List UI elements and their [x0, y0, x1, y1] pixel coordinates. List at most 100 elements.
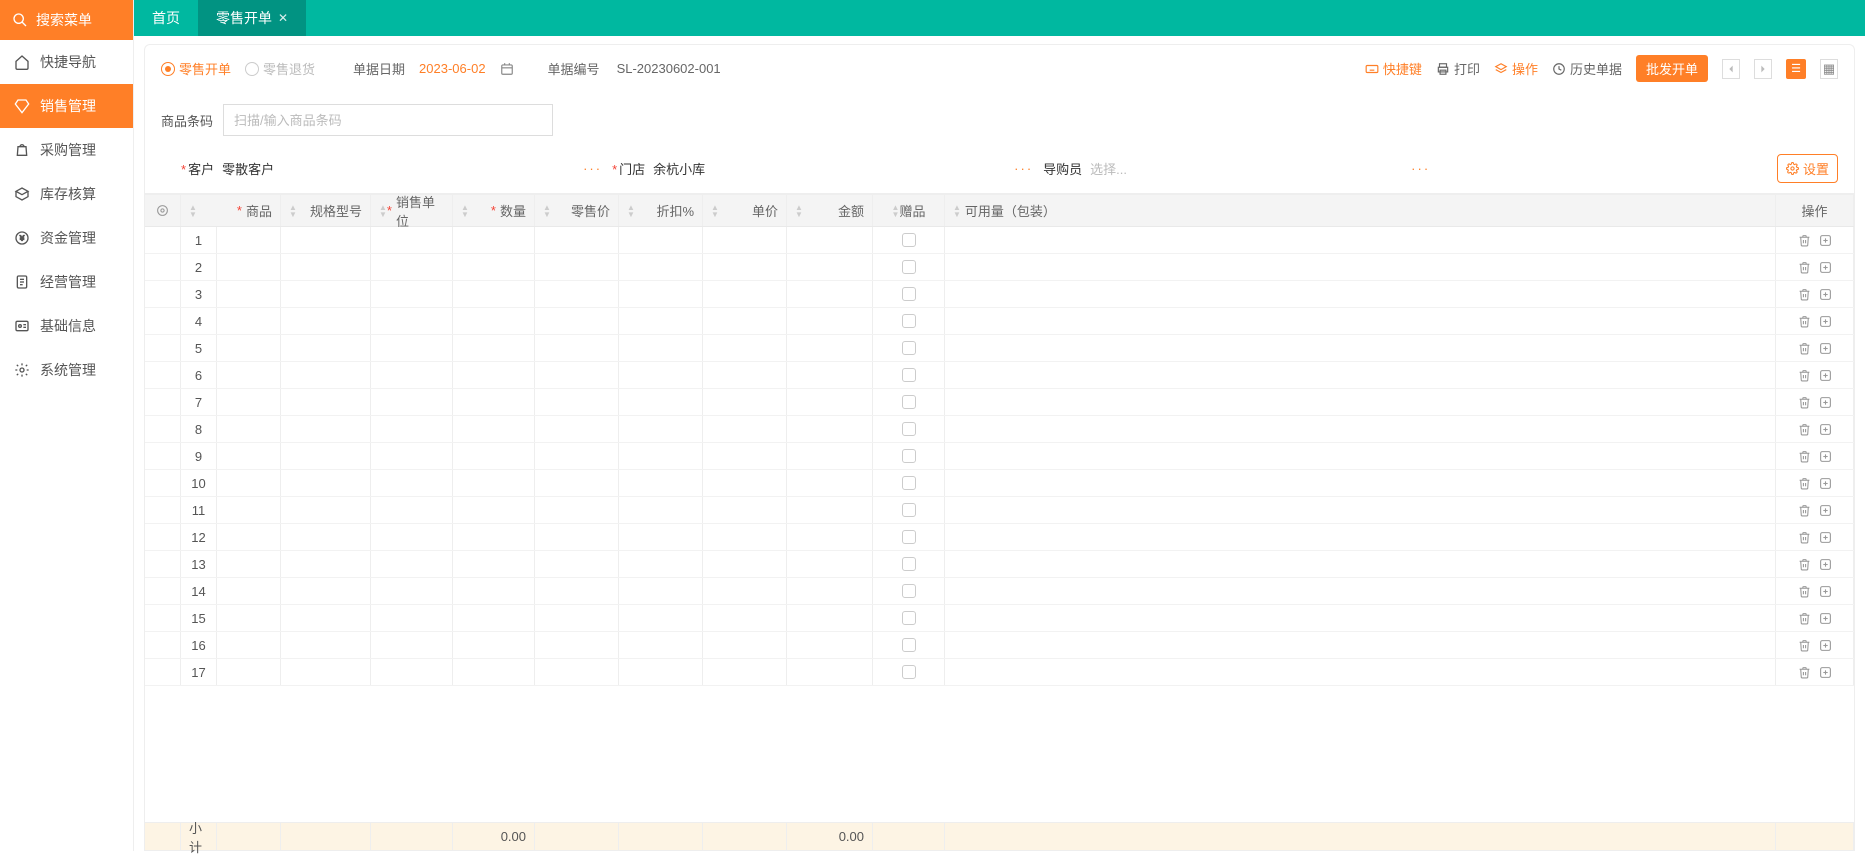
search-menu-button[interactable]: 搜索菜单 [0, 0, 133, 40]
delete-row-icon[interactable] [1798, 585, 1811, 598]
table-row[interactable]: 6 [145, 362, 1854, 389]
col-product[interactable]: ▲▼*商品 [181, 195, 281, 226]
table-row[interactable]: 12 [145, 524, 1854, 551]
table-row[interactable]: 9 [145, 443, 1854, 470]
gift-checkbox[interactable] [902, 476, 916, 490]
batch-order-button[interactable]: 批发开单 [1636, 55, 1708, 82]
delete-row-icon[interactable] [1798, 558, 1811, 571]
delete-row-icon[interactable] [1798, 369, 1811, 382]
col-unit[interactable]: ▲▼*销售单位 [371, 195, 453, 226]
col-gift[interactable]: ▲▼赠品 [873, 195, 945, 226]
add-row-icon[interactable] [1819, 504, 1832, 517]
add-row-icon[interactable] [1819, 585, 1832, 598]
sidebar-item-2[interactable]: 采购管理 [0, 128, 133, 172]
delete-row-icon[interactable] [1798, 504, 1811, 517]
tab-home[interactable]: 首页 [134, 0, 198, 36]
delete-row-icon[interactable] [1798, 477, 1811, 490]
add-row-icon[interactable] [1819, 342, 1832, 355]
table-row[interactable]: 11 [145, 497, 1854, 524]
delete-row-icon[interactable] [1798, 288, 1811, 301]
table-row[interactable]: 8 [145, 416, 1854, 443]
col-qty[interactable]: ▲▼*数量 [453, 195, 535, 226]
add-row-icon[interactable] [1819, 666, 1832, 679]
gift-checkbox[interactable] [902, 449, 916, 463]
delete-row-icon[interactable] [1798, 396, 1811, 409]
operations-button[interactable]: 操作 [1494, 59, 1538, 78]
add-row-icon[interactable] [1819, 423, 1832, 436]
delete-row-icon[interactable] [1798, 450, 1811, 463]
delete-row-icon[interactable] [1798, 234, 1811, 247]
table-row[interactable]: 1 [145, 227, 1854, 254]
calendar-icon[interactable] [500, 62, 514, 76]
add-row-icon[interactable] [1819, 477, 1832, 490]
sidebar-item-6[interactable]: 基础信息 [0, 304, 133, 348]
col-retail[interactable]: ▲▼零售价 [535, 195, 619, 226]
barcode-input[interactable] [223, 104, 553, 136]
add-row-icon[interactable] [1819, 612, 1832, 625]
gift-checkbox[interactable] [902, 611, 916, 625]
ellipsis-icon[interactable]: ··· [1411, 161, 1430, 176]
store-select[interactable]: 余杭小库 ··· [653, 159, 1033, 178]
table-row[interactable]: 4 [145, 308, 1854, 335]
radio-retail-order[interactable]: 零售开单 [161, 59, 231, 78]
customer-select[interactable]: 零散客户 ··· [222, 159, 602, 178]
table-row[interactable]: 2 [145, 254, 1854, 281]
col-amount[interactable]: ▲▼金额 [787, 195, 873, 226]
gift-checkbox[interactable] [902, 395, 916, 409]
next-doc-button[interactable] [1754, 59, 1772, 79]
delete-row-icon[interactable] [1798, 612, 1811, 625]
date-value[interactable]: 2023-06-02 [419, 61, 486, 76]
add-row-icon[interactable] [1819, 531, 1832, 544]
delete-row-icon[interactable] [1798, 315, 1811, 328]
add-row-icon[interactable] [1819, 288, 1832, 301]
gift-checkbox[interactable] [902, 422, 916, 436]
add-row-icon[interactable] [1819, 315, 1832, 328]
list-view-button[interactable]: ☰ [1786, 59, 1806, 79]
sidebar-item-7[interactable]: 系统管理 [0, 348, 133, 392]
ellipsis-icon[interactable]: ··· [1014, 161, 1033, 176]
gift-checkbox[interactable] [902, 638, 916, 652]
sidebar-item-5[interactable]: 经营管理 [0, 260, 133, 304]
table-row[interactable]: 14 [145, 578, 1854, 605]
delete-row-icon[interactable] [1798, 666, 1811, 679]
gift-checkbox[interactable] [902, 368, 916, 382]
radio-retail-return[interactable]: 零售退货 [245, 59, 315, 78]
ellipsis-icon[interactable]: ··· [583, 161, 602, 176]
settings-button[interactable]: 设置 [1777, 154, 1838, 183]
add-row-icon[interactable] [1819, 450, 1832, 463]
add-row-icon[interactable] [1819, 639, 1832, 652]
table-row[interactable]: 3 [145, 281, 1854, 308]
table-row[interactable]: 5 [145, 335, 1854, 362]
add-row-icon[interactable] [1819, 396, 1832, 409]
col-discount[interactable]: ▲▼折扣% [619, 195, 703, 226]
delete-row-icon[interactable] [1798, 423, 1811, 436]
gift-checkbox[interactable] [902, 233, 916, 247]
gift-checkbox[interactable] [902, 341, 916, 355]
table-row[interactable]: 10 [145, 470, 1854, 497]
delete-row-icon[interactable] [1798, 261, 1811, 274]
shortcut-button[interactable]: 快捷键 [1365, 59, 1422, 78]
col-gear[interactable] [145, 195, 181, 226]
col-spec[interactable]: ▲▼规格型号 [281, 195, 371, 226]
col-price[interactable]: ▲▼单价 [703, 195, 787, 226]
gift-checkbox[interactable] [902, 503, 916, 517]
tab-retail-order[interactable]: 零售开单 ✕ [198, 0, 306, 36]
gift-checkbox[interactable] [902, 314, 916, 328]
prev-doc-button[interactable] [1722, 59, 1740, 79]
gift-checkbox[interactable] [902, 287, 916, 301]
sidebar-item-1[interactable]: 销售管理 [0, 84, 133, 128]
col-available[interactable]: ▲▼可用量（包装） [945, 195, 1776, 226]
gift-checkbox[interactable] [902, 584, 916, 598]
table-row[interactable]: 16 [145, 632, 1854, 659]
gift-checkbox[interactable] [902, 260, 916, 274]
guide-select[interactable]: 选择... ··· [1090, 159, 1430, 178]
delete-row-icon[interactable] [1798, 531, 1811, 544]
delete-row-icon[interactable] [1798, 342, 1811, 355]
sidebar-item-0[interactable]: 快捷导航 [0, 40, 133, 84]
history-button[interactable]: 历史单据 [1552, 59, 1622, 78]
gift-checkbox[interactable] [902, 557, 916, 571]
table-row[interactable]: 13 [145, 551, 1854, 578]
delete-row-icon[interactable] [1798, 639, 1811, 652]
print-button[interactable]: 打印 [1436, 59, 1480, 78]
table-row[interactable]: 15 [145, 605, 1854, 632]
